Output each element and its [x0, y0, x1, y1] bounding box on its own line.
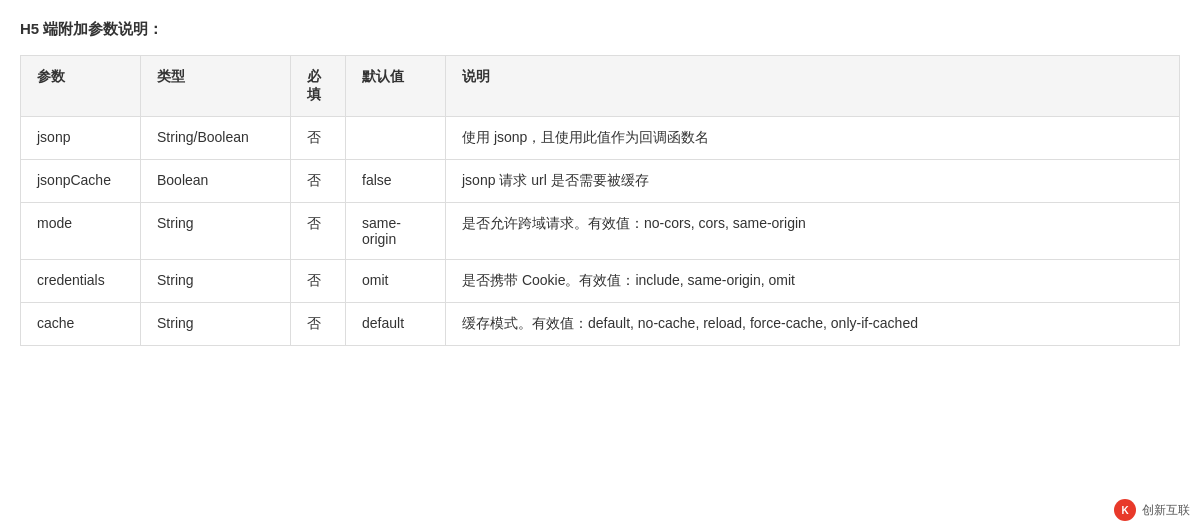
type-cell: String/Boolean: [141, 117, 291, 160]
col-header-desc: 说明: [446, 56, 1180, 117]
desc-cell: 是否允许跨域请求。有效值：no-cors, cors, same-origin: [446, 203, 1180, 260]
params-table: 参数 类型 必填 默认值 说明 jsonpString/Boolean否使用 j…: [20, 55, 1180, 346]
page-title: H5 端附加参数说明：: [20, 20, 1180, 39]
param-cell: jsonpCache: [21, 160, 141, 203]
col-header-param: 参数: [21, 56, 141, 117]
table-row: jsonpCacheBoolean否falsejsonp 请求 url 是否需要…: [21, 160, 1180, 203]
table-row: modeString否same-origin是否允许跨域请求。有效值：no-co…: [21, 203, 1180, 260]
desc-cell: 使用 jsonp，且使用此值作为回调函数名: [446, 117, 1180, 160]
watermark: K 创新互联: [1114, 499, 1190, 521]
col-header-type: 类型: [141, 56, 291, 117]
default-cell: default: [346, 303, 446, 346]
param-cell: jsonp: [21, 117, 141, 160]
default-cell: [346, 117, 446, 160]
param-cell: mode: [21, 203, 141, 260]
type-cell: Boolean: [141, 160, 291, 203]
param-cell: credentials: [21, 260, 141, 303]
table-row: credentialsString否omit是否携带 Cookie。有效值：in…: [21, 260, 1180, 303]
default-cell: same-origin: [346, 203, 446, 260]
watermark-text: 创新互联: [1142, 502, 1190, 519]
required-cell: 否: [291, 260, 346, 303]
col-header-required: 必填: [291, 56, 346, 117]
watermark-logo: K: [1114, 499, 1136, 521]
table-row: jsonpString/Boolean否 使用 jsonp，且使用此值作为回调函数…: [21, 117, 1180, 160]
col-header-default: 默认值: [346, 56, 446, 117]
required-cell: 否: [291, 117, 346, 160]
type-cell: String: [141, 203, 291, 260]
default-cell: false: [346, 160, 446, 203]
desc-cell: 缓存模式。有效值：default, no-cache, reload, forc…: [446, 303, 1180, 346]
desc-cell: 是否携带 Cookie。有效值：include, same-origin, om…: [446, 260, 1180, 303]
required-cell: 否: [291, 160, 346, 203]
type-cell: String: [141, 260, 291, 303]
table-row: cacheString否default缓存模式。有效值：default, no-…: [21, 303, 1180, 346]
default-cell: omit: [346, 260, 446, 303]
table-header-row: 参数 类型 必填 默认值 说明: [21, 56, 1180, 117]
required-cell: 否: [291, 203, 346, 260]
required-cell: 否: [291, 303, 346, 346]
type-cell: String: [141, 303, 291, 346]
param-cell: cache: [21, 303, 141, 346]
desc-cell: jsonp 请求 url 是否需要被缓存: [446, 160, 1180, 203]
